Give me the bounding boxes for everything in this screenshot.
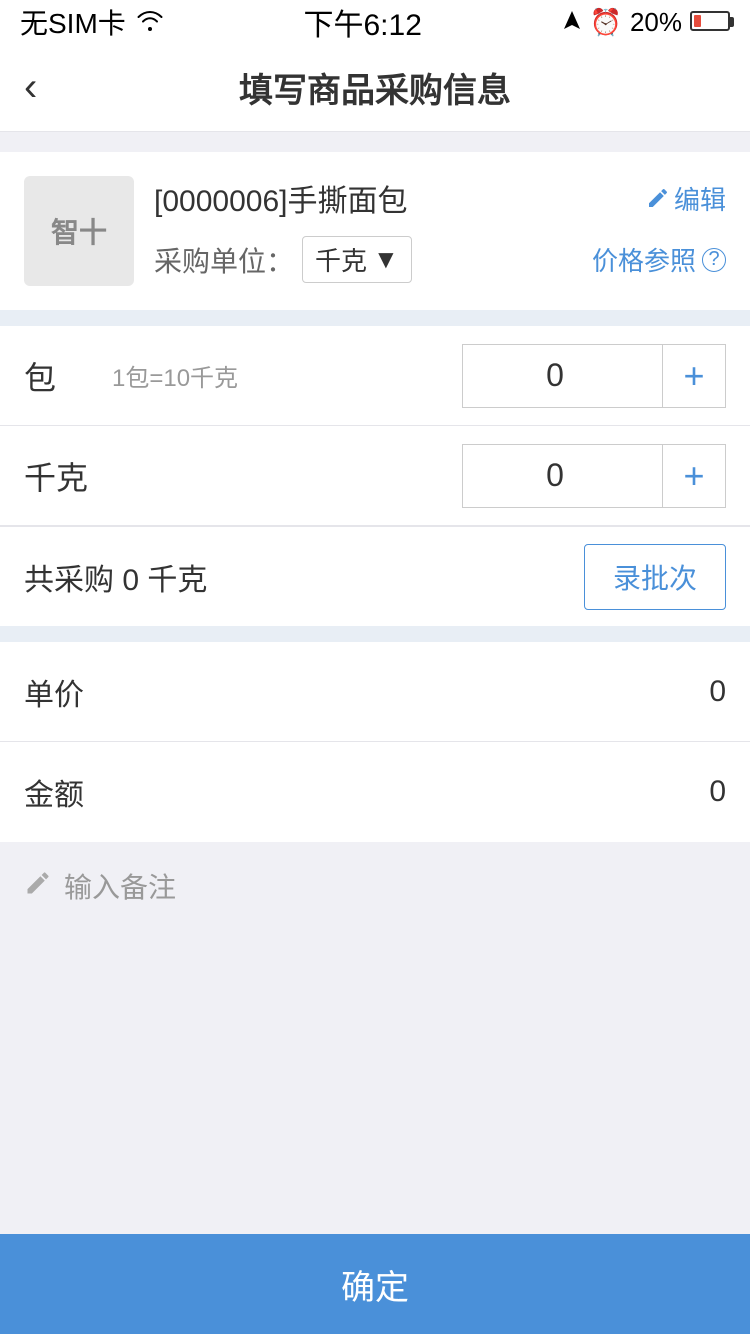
section-divider-2 — [0, 626, 750, 642]
kg-label: 千克 — [24, 453, 104, 499]
status-time: 下午6:12 — [303, 0, 421, 44]
gps-icon — [562, 7, 582, 38]
kg-plus-button[interactable]: + — [662, 444, 726, 508]
confirm-button[interactable]: 确定 — [0, 1234, 750, 1334]
unit-value: 千克 — [315, 241, 367, 278]
product-card: 智十 [0000006]手撕面包 编辑 采购单位： 千克 ▼ 价格参照 ? — [0, 152, 750, 310]
help-icon: ? — [702, 248, 726, 272]
edit-label: 编辑 — [674, 180, 726, 217]
plus-icon-2: + — [683, 455, 704, 497]
kg-input-group: + — [462, 444, 726, 508]
amount-value: 0 — [709, 775, 726, 809]
product-name: [0000006]手撕面包 — [154, 176, 407, 220]
unit-row: 采购单位： 千克 ▼ 价格参照 ? — [154, 236, 726, 283]
pencil-icon — [24, 869, 52, 904]
notes-section[interactable]: 输入备注 — [0, 842, 750, 930]
product-image: 智十 — [24, 176, 134, 286]
product-info: [0000006]手撕面包 编辑 采购单位： 千克 ▼ 价格参照 ? — [154, 176, 726, 283]
quantity-section: 包 1包=10千克 + 千克 + 共采购 0 千克 录批次 — [0, 326, 750, 626]
product-image-text: 智十 — [51, 211, 107, 251]
battery-icon — [690, 7, 730, 38]
kg-quantity-input[interactable] — [462, 444, 662, 508]
price-ref-label: 价格参照 — [592, 241, 696, 278]
bag-label: 包 — [24, 353, 104, 399]
unit-price-label: 单价 — [24, 670, 84, 714]
battery-percent: 20% — [630, 7, 682, 38]
total-row: 共采购 0 千克 录批次 — [0, 526, 750, 626]
bag-quantity-row: 包 1包=10千克 + — [0, 326, 750, 426]
chevron-down-icon: ▼ — [373, 244, 399, 275]
price-info-section: 单价 0 金额 0 — [0, 642, 750, 842]
batch-button[interactable]: 录批次 — [584, 544, 726, 610]
status-bar: 无SIM卡 下午6:12 ⏰ 20% — [0, 0, 750, 44]
total-label: 共采购 0 千克 — [24, 555, 207, 599]
carrier-label: 无SIM卡 — [20, 2, 126, 42]
unit-prefix-label: 采购单位： — [154, 240, 294, 280]
kg-quantity-row: 千克 + — [0, 426, 750, 526]
status-left: 无SIM卡 — [20, 2, 164, 42]
status-right: ⏰ 20% — [562, 7, 730, 38]
edit-button[interactable]: 编辑 — [646, 180, 726, 217]
product-name-row: [0000006]手撕面包 编辑 — [154, 176, 726, 220]
page-title: 填写商品采购信息 — [239, 63, 511, 112]
price-ref-button[interactable]: 价格参照 ? — [592, 241, 726, 278]
unit-price-row: 单价 0 — [0, 642, 750, 742]
wifi-icon — [136, 6, 164, 38]
alarm-icon: ⏰ — [590, 7, 622, 38]
plus-icon: + — [683, 355, 704, 397]
notes-placeholder: 输入备注 — [64, 866, 176, 906]
bag-input-group: + — [462, 344, 726, 408]
bag-quantity-input[interactable] — [462, 344, 662, 408]
back-button[interactable]: ‹ — [24, 65, 37, 110]
amount-label: 金额 — [24, 770, 84, 814]
unit-dropdown[interactable]: 千克 ▼ — [302, 236, 412, 283]
section-divider-1 — [0, 310, 750, 326]
unit-price-value: 0 — [709, 675, 726, 709]
bag-plus-button[interactable]: + — [662, 344, 726, 408]
bag-sub-label: 1包=10千克 — [112, 358, 462, 393]
amount-row: 金额 0 — [0, 742, 750, 842]
bottom-spacer — [0, 930, 750, 1230]
nav-bar: ‹ 填写商品采购信息 — [0, 44, 750, 132]
